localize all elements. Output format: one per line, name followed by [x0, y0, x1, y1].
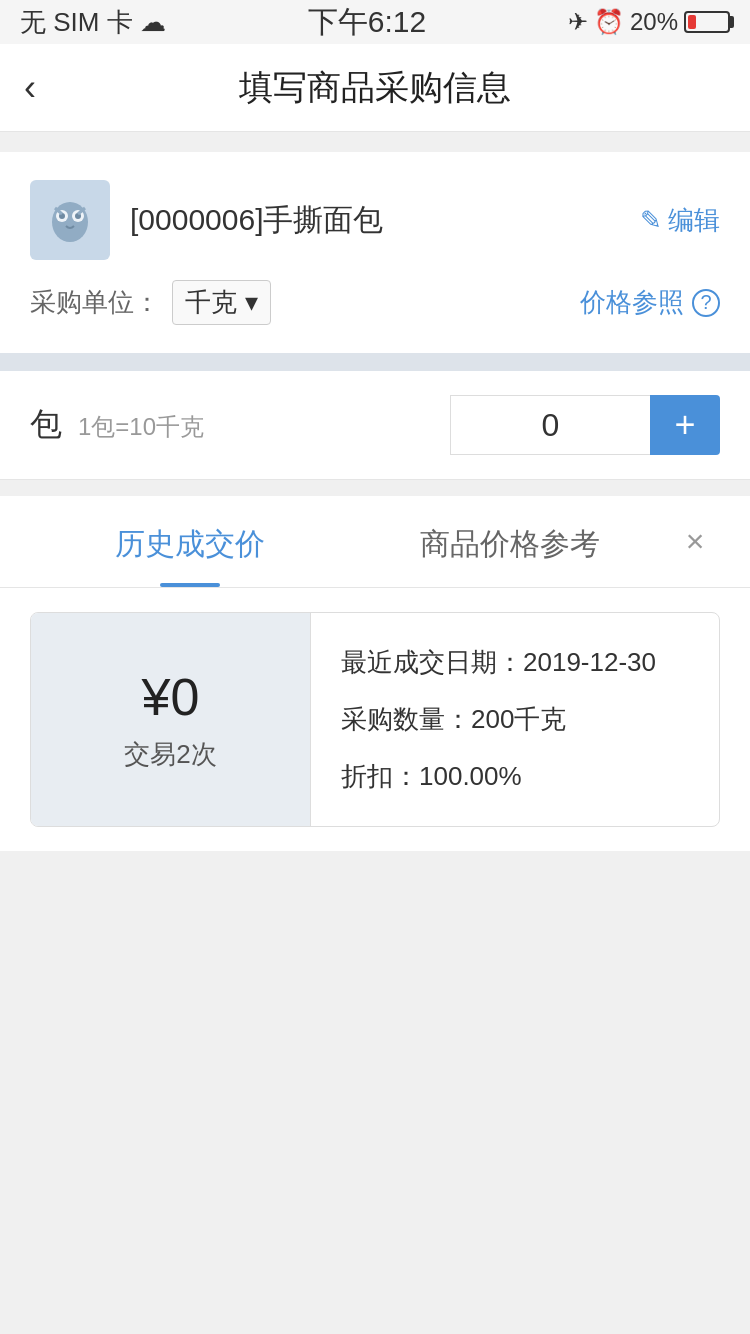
tab-history-price[interactable]: 历史成交价: [30, 496, 350, 587]
product-name: [0000006]手撕面包: [130, 200, 383, 241]
qty-unit-info: 1包=10千克: [78, 411, 204, 443]
history-card-left: ¥0 交易2次: [31, 613, 311, 826]
page-title: 填写商品采购信息: [239, 65, 511, 111]
status-bar: 无 SIM 卡 ☁ 下午6:12 ✈ ⏰ 20%: [0, 0, 750, 44]
battery-percent: 20%: [630, 8, 678, 36]
product-top-row: [0000006]手撕面包 ✎ 编辑: [30, 180, 720, 260]
quantity-value: 0: [542, 407, 560, 444]
history-card-right: 最近成交日期：2019-12-30 采购数量：200千克 折扣：100.00%: [311, 613, 719, 826]
history-recent-date-row: 最近成交日期：2019-12-30: [341, 643, 689, 682]
history-trade-count: 交易2次: [124, 737, 216, 772]
history-card: ¥0 交易2次 最近成交日期：2019-12-30 采购数量：200千克 折扣：…: [30, 612, 720, 827]
unit-label: 采购单位：: [30, 285, 160, 320]
status-left: 无 SIM 卡 ☁: [20, 5, 166, 40]
back-button[interactable]: ‹: [24, 67, 36, 109]
product-unit-row: 采购单位： 千克 ▾ 价格参照 ?: [30, 280, 720, 325]
close-icon: ×: [686, 523, 705, 560]
status-time: 下午6:12: [308, 2, 426, 43]
alarm-icon: ⏰: [594, 8, 624, 36]
recent-date-value: 2019-12-30: [523, 647, 656, 677]
sim-indicator: 无 SIM 卡 ☁: [20, 5, 166, 40]
edit-label: 编辑: [668, 203, 720, 238]
purchase-qty-value: 200千克: [471, 704, 566, 734]
purchase-qty-label: 采购数量：: [341, 704, 471, 734]
price-ref-label: 价格参照: [580, 285, 684, 320]
quantity-controls: 0 +: [450, 395, 720, 455]
tab-history-price-label: 历史成交价: [115, 527, 265, 560]
tabs-bar: 历史成交价 商品价格参考 ×: [0, 496, 750, 588]
quantity-row: 包 1包=10千克 0 +: [0, 371, 750, 480]
quantity-input[interactable]: 0: [450, 395, 650, 455]
status-right: ✈ ⏰ 20%: [568, 8, 730, 36]
discount-label: 折扣：: [341, 761, 419, 791]
unit-value: 千克: [185, 285, 237, 320]
product-logo: [30, 180, 110, 260]
product-left: [0000006]手撕面包: [30, 180, 383, 260]
page-header: ‹ 填写商品采购信息: [0, 44, 750, 132]
location-icon: ✈: [568, 8, 588, 36]
price-ref-button[interactable]: 价格参照 ?: [580, 285, 720, 320]
plus-icon: +: [674, 404, 695, 446]
tab-product-price-ref-label: 商品价格参考: [420, 527, 600, 560]
history-purchase-qty-row: 采购数量：200千克: [341, 700, 689, 739]
recent-date-label: 最近成交日期：: [341, 647, 523, 677]
unit-select[interactable]: 千克 ▾: [172, 280, 271, 325]
edit-icon: ✎: [640, 205, 662, 236]
history-price: ¥0: [142, 667, 200, 727]
battery-icon: [684, 11, 730, 33]
unit-dropdown-icon: ▾: [245, 287, 258, 318]
product-card: [0000006]手撕面包 ✎ 编辑 采购单位： 千克 ▾ 价格参照 ?: [0, 152, 750, 353]
history-content: ¥0 交易2次 最近成交日期：2019-12-30 采购数量：200千克 折扣：…: [0, 588, 750, 851]
quantity-plus-button[interactable]: +: [650, 395, 720, 455]
quantity-left: 包 1包=10千克: [30, 403, 204, 447]
tab-product-price-ref[interactable]: 商品价格参考: [350, 496, 670, 587]
main-background: [0, 851, 750, 1334]
product-logo-icon: [40, 190, 100, 250]
qty-unit-label: 包: [30, 403, 62, 447]
history-discount-row: 折扣：100.00%: [341, 757, 689, 796]
section-divider: [0, 353, 750, 371]
edit-button[interactable]: ✎ 编辑: [640, 203, 720, 238]
price-ref-help-icon: ?: [692, 289, 720, 317]
tab-close-button[interactable]: ×: [670, 517, 720, 567]
svg-point-0: [52, 202, 88, 242]
discount-value: 100.00%: [419, 761, 522, 791]
